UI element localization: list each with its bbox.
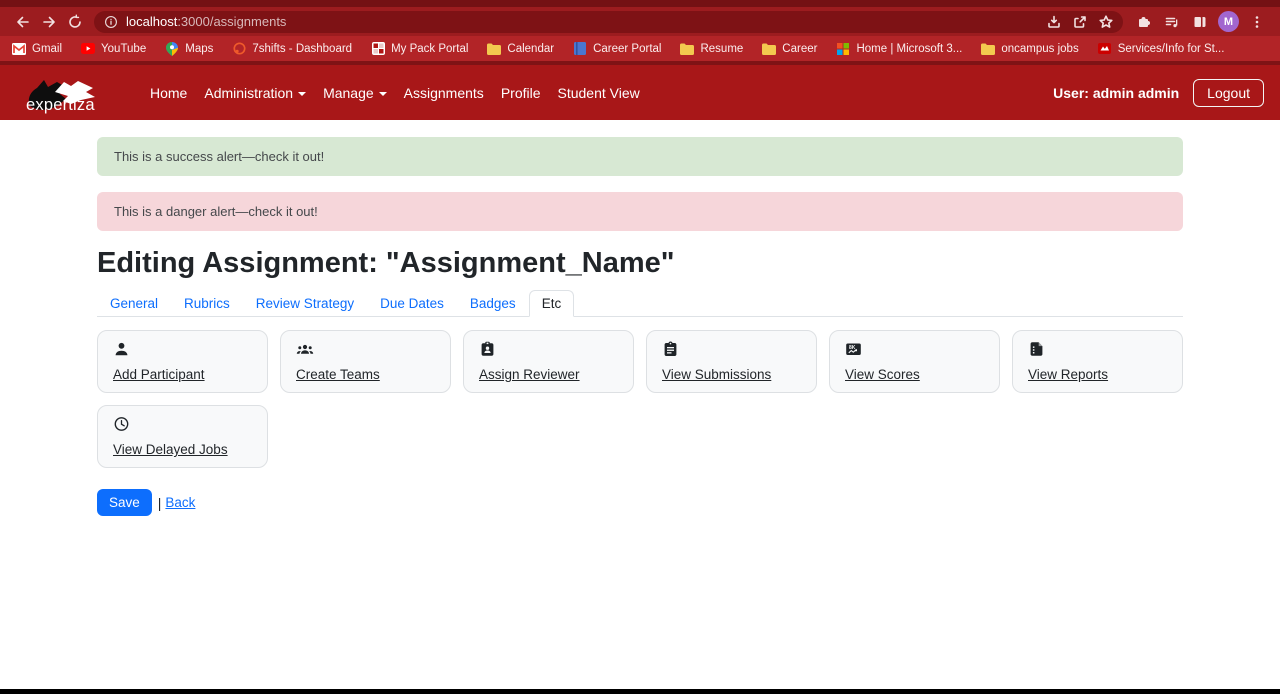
extensions-icon[interactable] (1131, 10, 1157, 34)
address-bar[interactable]: localhost:3000/assignments (94, 10, 1123, 34)
nav-item-assignments[interactable]: Assignments (404, 85, 484, 101)
card-link[interactable]: View Submissions (662, 367, 801, 382)
bookmark-star-icon[interactable] (1093, 10, 1119, 34)
red-badge-icon (1098, 42, 1112, 56)
view-submissions-card[interactable]: View Submissions (646, 330, 817, 393)
bookmark-resume[interactable]: Resume (680, 42, 743, 56)
bookmark-career[interactable]: Career (762, 42, 817, 56)
back-icon[interactable] (10, 10, 36, 34)
page-title: Editing Assignment: "Assignment_Name" (97, 247, 675, 279)
playlist-icon[interactable] (1159, 10, 1185, 34)
share-icon[interactable] (1067, 10, 1093, 34)
seven-shifts-icon (232, 42, 246, 56)
maps-pin-icon (165, 41, 179, 56)
card-link[interactable]: View Scores (845, 367, 984, 382)
bookmark-career-portal[interactable]: Career Portal (573, 42, 661, 56)
card-link[interactable]: View Delayed Jobs (113, 442, 252, 457)
url-text: localhost:3000/assignments (126, 14, 1041, 29)
user-label: User: admin admin (1053, 84, 1180, 101)
tab-review-strategy[interactable]: Review Strategy (243, 290, 367, 317)
person-icon (113, 341, 252, 362)
add-participant-card[interactable]: Add Participant (97, 330, 268, 393)
microsoft-icon (836, 42, 850, 56)
tab-general[interactable]: General (97, 290, 171, 317)
bookmark-services-info[interactable]: Services/Info for St... (1098, 42, 1224, 56)
reload-icon[interactable] (62, 10, 88, 34)
folder-icon (762, 42, 777, 56)
profile-avatar[interactable]: M (1218, 11, 1239, 32)
save-button[interactable]: Save (97, 489, 152, 516)
view-scores-card[interactable]: 8K View Scores (829, 330, 1000, 393)
browser-window: localhost:3000/assignments M Gmail YouTu… (0, 0, 1280, 695)
bottom-black-bar (0, 689, 1280, 694)
danger-alert: This is a danger alert—check it out! (97, 192, 1183, 231)
nav-item-profile[interactable]: Profile (501, 85, 541, 101)
etc-actions-grid: Add Participant Create Teams Assign Revi… (97, 330, 1183, 468)
site-info-icon[interactable] (104, 15, 118, 29)
main-content: This is a success alert—check it out! Th… (97, 137, 1183, 516)
folder-icon (981, 42, 996, 56)
toolbar-right-icons: M (1131, 10, 1270, 34)
tab-etc[interactable]: Etc (528, 290, 575, 317)
expertiza-logo[interactable]: expertiza (16, 68, 108, 118)
nav-item-manage[interactable]: Manage (323, 85, 387, 101)
nav-item-student-view[interactable]: Student View (558, 85, 640, 101)
navbar-right: User: admin admin Logout (1053, 78, 1264, 107)
chevron-down-icon (298, 91, 307, 96)
view-reports-card[interactable]: View Reports (1012, 330, 1183, 393)
browser-toolbar: localhost:3000/assignments M (0, 7, 1280, 36)
bookmark-youtube[interactable]: YouTube (81, 42, 146, 56)
tab-due-dates[interactable]: Due Dates (367, 290, 457, 317)
nav-item-administration[interactable]: Administration (204, 85, 307, 101)
url-host: localhost (126, 14, 178, 29)
bookmark-oncampus-jobs[interactable]: oncampus jobs (981, 42, 1079, 56)
separator: | (157, 494, 162, 511)
form-actions: Save | Back (97, 489, 1183, 516)
success-alert: This is a success alert—check it out! (97, 137, 1183, 176)
back-link[interactable]: Back (165, 495, 195, 510)
nav-menu: Home Administration Manage Assignments P… (150, 85, 640, 101)
app-navbar: expertiza Home Administration Manage Ass… (0, 65, 1280, 120)
bookmark-gmail[interactable]: Gmail (12, 42, 62, 56)
bookmark-mypack[interactable]: My Pack Portal (371, 42, 468, 56)
tab-badges[interactable]: Badges (457, 290, 529, 317)
assignment-tabs: General Rubrics Review Strategy Due Date… (97, 290, 1183, 317)
view-delayed-jobs-card[interactable]: View Delayed Jobs (97, 405, 268, 468)
card-link[interactable]: View Reports (1028, 367, 1167, 382)
mypack-grid-icon (371, 42, 385, 56)
youtube-icon (81, 42, 96, 56)
badge-icon (479, 341, 618, 362)
forward-icon[interactable] (36, 10, 62, 34)
report-icon (1028, 341, 1167, 362)
logout-button[interactable]: Logout (1193, 78, 1264, 107)
groups-icon (296, 341, 435, 362)
chevron-down-icon (378, 91, 387, 96)
card-link[interactable]: Assign Reviewer (479, 367, 618, 382)
card-link[interactable]: Add Participant (113, 367, 252, 382)
assign-reviewer-card[interactable]: Assign Reviewer (463, 330, 634, 393)
bookmark-calendar[interactable]: Calendar (487, 42, 554, 56)
tab-rubrics[interactable]: Rubrics (171, 290, 243, 317)
create-teams-card[interactable]: Create Teams (280, 330, 451, 393)
scoreboard-icon: 8K (845, 341, 984, 362)
gmail-icon (12, 42, 26, 56)
svg-text:8K: 8K (849, 345, 856, 351)
url-path: :3000/assignments (177, 14, 287, 29)
clipboard-icon (662, 341, 801, 362)
brand-name: expertiza (26, 95, 95, 114)
card-link[interactable]: Create Teams (296, 367, 435, 382)
clock-icon (113, 416, 252, 437)
window-top-strip (0, 0, 1280, 7)
bookmarks-bar: Gmail YouTube Maps 7shifts - Dashboard M… (0, 36, 1280, 61)
folder-icon (680, 42, 695, 56)
blue-book-icon (573, 42, 587, 56)
nav-item-home[interactable]: Home (150, 85, 187, 101)
bookmark-maps[interactable]: Maps (165, 41, 213, 56)
bookmark-7shifts[interactable]: 7shifts - Dashboard (232, 42, 352, 56)
side-panel-icon[interactable] (1187, 10, 1213, 34)
folder-icon (487, 42, 502, 56)
download-page-icon[interactable] (1041, 10, 1067, 34)
bookmark-microsoft-home[interactable]: Home | Microsoft 3... (836, 42, 962, 56)
menu-dots-icon[interactable] (1244, 10, 1270, 34)
